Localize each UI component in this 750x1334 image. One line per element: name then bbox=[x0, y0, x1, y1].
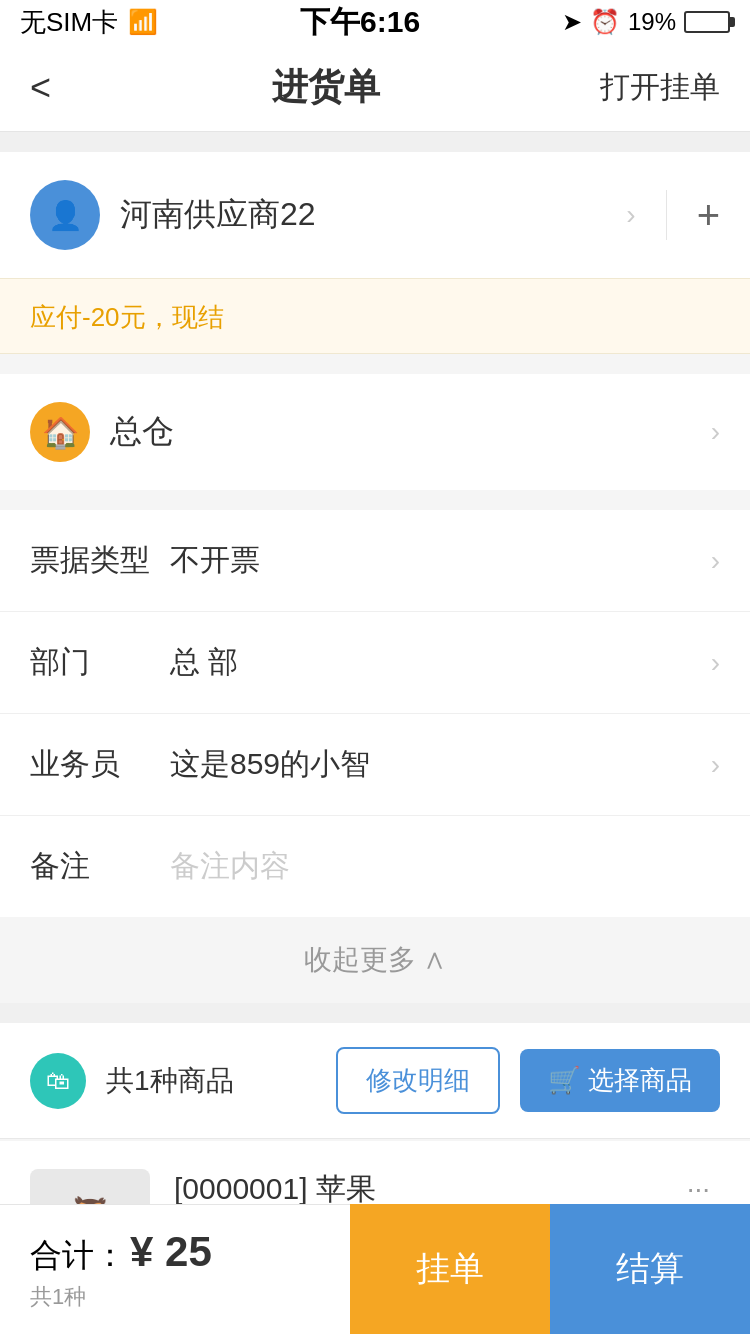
department-value: 总 部 bbox=[170, 642, 711, 683]
bottom-total: 合计： ¥ 25 共1种 bbox=[0, 1204, 350, 1334]
department-label: 部门 bbox=[30, 642, 150, 683]
product-more-button[interactable]: ··· bbox=[677, 1169, 720, 1209]
cart-icon: 🛒 bbox=[548, 1065, 580, 1096]
product-divider bbox=[0, 1138, 750, 1139]
top-divider bbox=[0, 132, 750, 152]
total-label: 合计： bbox=[30, 1234, 126, 1278]
total-amount: ¥ 25 bbox=[130, 1228, 212, 1276]
battery-percent: 19% bbox=[628, 8, 676, 36]
salesman-chevron-icon: › bbox=[711, 749, 720, 781]
supplier-row[interactable]: 👤 河南供应商22 › + bbox=[0, 152, 750, 278]
remarks-input[interactable]: 备注内容 bbox=[170, 846, 720, 887]
salesman-value: 这是859的小智 bbox=[170, 744, 711, 785]
department-chevron-icon: › bbox=[711, 647, 720, 679]
collapse-section[interactable]: 收起更多 ∧ bbox=[0, 917, 750, 1003]
middle-divider bbox=[0, 1003, 750, 1023]
warehouse-icon: 🏠 bbox=[30, 402, 90, 462]
product-count: 共1种商品 bbox=[106, 1062, 316, 1100]
nav-bar: < 进货单 打开挂单 bbox=[0, 44, 750, 132]
location-icon: ➤ bbox=[562, 8, 582, 36]
ticket-type-row[interactable]: 票据类型 不开票 › bbox=[0, 510, 750, 612]
ticket-type-value: 不开票 bbox=[170, 540, 711, 581]
select-product-label: 选择商品 bbox=[588, 1063, 692, 1098]
time-label: 下午6:16 bbox=[300, 2, 420, 43]
collapse-label: 收起更多 ∧ bbox=[304, 941, 447, 979]
remarks-row[interactable]: 备注 备注内容 bbox=[0, 816, 750, 917]
wifi-icon: 📶 bbox=[128, 8, 158, 36]
warehouse-chevron-icon: › bbox=[711, 416, 720, 448]
supplier-section: 👤 河南供应商22 › + 应付-20元，现结 bbox=[0, 152, 750, 354]
shopping-bag-icon: 🛍 bbox=[46, 1067, 70, 1095]
salesman-label: 业务员 bbox=[30, 744, 150, 785]
product-header: 🛍 共1种商品 修改明细 🛒 选择商品 bbox=[0, 1023, 750, 1138]
supplier-actions: › + bbox=[626, 190, 720, 240]
warehouse-section: 🏠 总仓 › bbox=[0, 374, 750, 490]
status-bar: 无SIM卡 📶 下午6:16 ➤ ⏰ 19% bbox=[0, 0, 750, 44]
hang-button[interactable]: 挂单 bbox=[350, 1204, 550, 1334]
total-sub: 共1种 bbox=[30, 1282, 320, 1312]
warehouse-row[interactable]: 🏠 总仓 › bbox=[0, 374, 750, 490]
carrier-label: 无SIM卡 bbox=[20, 5, 118, 40]
department-row[interactable]: 部门 总 部 › bbox=[0, 612, 750, 714]
supplier-avatar: 👤 bbox=[30, 180, 100, 250]
edit-detail-button[interactable]: 修改明细 bbox=[336, 1047, 500, 1114]
add-button[interactable]: + bbox=[697, 193, 720, 238]
status-right: ➤ ⏰ 19% bbox=[562, 8, 730, 36]
bottom-bar: 合计： ¥ 25 共1种 挂单 结算 bbox=[0, 1204, 750, 1334]
vertical-divider bbox=[666, 190, 667, 240]
battery-icon bbox=[684, 11, 730, 33]
notice-banner: 应付-20元，现结 bbox=[0, 278, 750, 354]
supplier-name: 河南供应商22 bbox=[120, 193, 626, 237]
product-code: [0000001] bbox=[174, 1172, 307, 1205]
status-left: 无SIM卡 📶 bbox=[20, 5, 158, 40]
product-title: 苹果 bbox=[316, 1172, 376, 1205]
chevron-right-icon: › bbox=[626, 199, 635, 231]
notice-text: 应付-20元，现结 bbox=[30, 302, 224, 332]
product-icon: 🛍 bbox=[30, 1053, 86, 1109]
ticket-type-label: 票据类型 bbox=[30, 540, 150, 581]
salesman-row[interactable]: 业务员 这是859的小智 › bbox=[0, 714, 750, 816]
select-product-button[interactable]: 🛒 选择商品 bbox=[520, 1049, 720, 1112]
form-section: 票据类型 不开票 › 部门 总 部 › 业务员 这是859的小智 › 备注 备注… bbox=[0, 510, 750, 917]
ticket-chevron-icon: › bbox=[711, 545, 720, 577]
checkout-button[interactable]: 结算 bbox=[550, 1204, 750, 1334]
open-hang-button[interactable]: 打开挂单 bbox=[600, 67, 720, 108]
warehouse-name: 总仓 bbox=[110, 410, 711, 454]
alarm-icon: ⏰ bbox=[590, 8, 620, 36]
avatar-icon: 👤 bbox=[48, 199, 83, 232]
remarks-label: 备注 bbox=[30, 846, 150, 887]
back-button[interactable]: < bbox=[30, 67, 51, 109]
page-title: 进货单 bbox=[272, 63, 380, 112]
